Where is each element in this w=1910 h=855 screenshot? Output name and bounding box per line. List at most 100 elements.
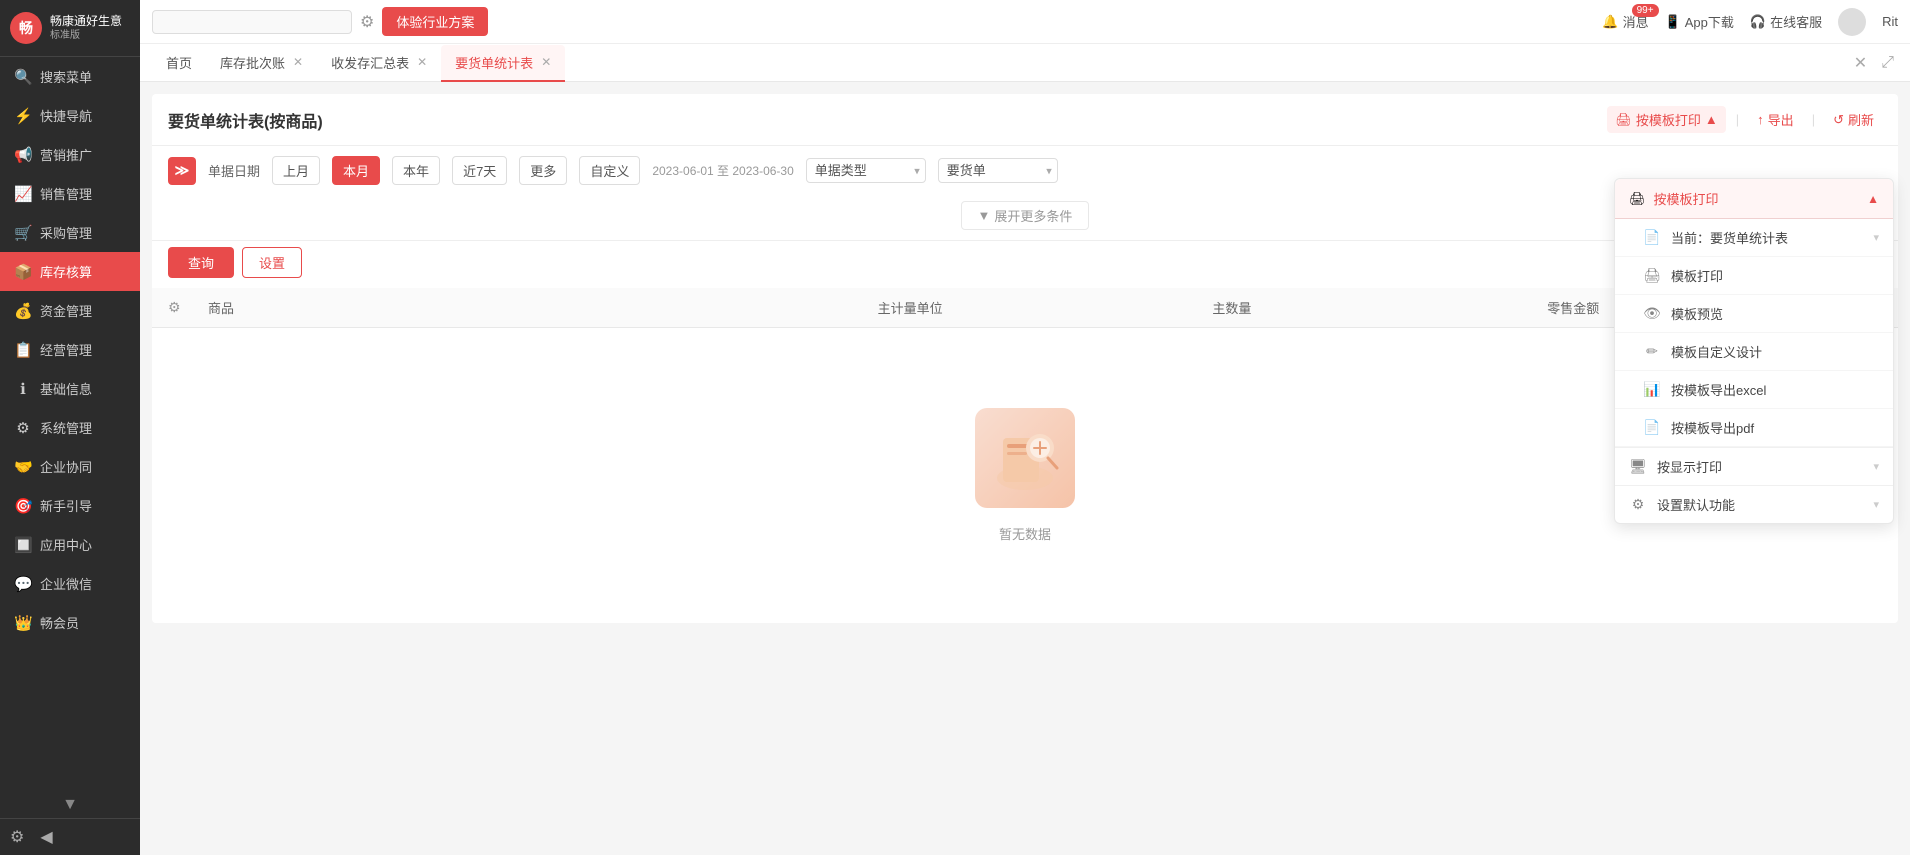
dropdown-collapse-icon[interactable]: ▲ [1867,192,1879,206]
sidebar-nav: 🔍搜索菜单⚡快捷导航📢营销推广 📈 销售管理 🛒 采购管理 📦库存核算 💰 资金管理 📋经营管理… [0,57,140,792]
sidebar-collapse-icon[interactable]: ◀ [40,827,52,847]
sidebar-item-经营管理[interactable]: 📋经营管理 [0,330,140,369]
sidebar-item-营销推广[interactable]: 📢营销推广 [0,135,140,174]
tab-inventory-batch[interactable]: 库存批次账 ✕ [206,45,317,82]
nav-icon: 📈 [14,185,32,203]
sidebar-item-企业协同[interactable]: 🤝企业协同 [0,447,140,486]
expand-more-button[interactable]: ▼ 展开更多条件 [961,201,1090,230]
export-icon: ↑ [1757,112,1764,127]
nav-label: 营销推广 [40,145,92,164]
export-label: 导出 [1768,110,1794,129]
date-this-month-btn[interactable]: 本月 [332,156,380,185]
dropdown-template-excel[interactable]: 📊 按模板导出excel [1615,371,1893,409]
query-button[interactable]: 查询 [168,247,234,278]
print-template-button[interactable]: 🖨 按模板打印 ▲ [1607,106,1725,133]
date-more-btn[interactable]: 更多 [519,156,567,185]
sidebar-item-资金管理[interactable]: 💰 资金管理 [0,291,140,330]
service-label: 在线客服 [1770,12,1822,31]
default-settings-chevron-icon: ▾ [1873,498,1879,511]
filter-expand-button[interactable]: ≫ [168,157,196,185]
pdf-icon: 📄 [1643,419,1661,436]
phone-icon: 📱 [1665,14,1681,30]
app-download-button[interactable]: 📱 App下载 [1665,12,1734,31]
online-service-button[interactable]: 🎧 在线客服 [1750,12,1822,31]
current-chevron-icon: ▾ [1873,231,1879,244]
refresh-button[interactable]: ↺ 刷新 [1825,106,1882,133]
template-print-label: 模板打印 [1671,266,1879,285]
nav-label: 系统管理 [40,418,92,437]
sidebar-item-采购管理[interactable]: 🛒 采购管理 [0,213,140,252]
date-last-month-btn[interactable]: 上月 [272,156,320,185]
page-content: 要货单统计表(按商品) 🖨 按模板打印 ▲ | ↑ 导出 | ↺ [140,82,1910,855]
design-icon: ✏ [1643,343,1661,360]
goods-filter-wrapper: 要货单 [938,158,1058,183]
nav-icon: ⚙ [14,419,32,437]
close-inventory-batch-icon[interactable]: ✕ [293,55,303,69]
template-excel-label: 按模板导出excel [1671,380,1879,399]
col-product: 商品 [208,298,878,317]
dropdown-template-preview[interactable]: 👁 模板预览 [1615,295,1893,333]
nav-label: 搜索菜单 [40,67,92,86]
trial-button[interactable]: 体验行业方案 [382,7,488,36]
nav-label: 企业协同 [40,457,92,476]
dropdown-printer-icon: 🖨 [1629,191,1646,207]
sidebar-item-基础信息[interactable]: ℹ基础信息 [0,369,140,408]
tab-order-stats[interactable]: 要货单统计表 ✕ [441,45,565,82]
close-window-button[interactable]: ✕ [1850,51,1871,75]
date-this-year-btn[interactable]: 本年 [392,156,440,185]
topbar: ⚙ 体验行业方案 🔔 消息 99+ 📱 App下载 🎧 在线客服 Rit [140,0,1910,44]
sidebar-item-系统管理[interactable]: ⚙ 系统管理 [0,408,140,447]
settings-button[interactable]: 设置 [242,247,302,278]
column-settings-icon[interactable]: ⚙ [168,299,181,315]
sidebar-item-畅会员[interactable]: 👑畅会员 [0,603,140,642]
default-settings-icon: ⚙ [1629,496,1647,513]
close-receipts-summary-icon[interactable]: ✕ [417,55,427,69]
dropdown-current-template[interactable]: 📄 当前：要货单统计表 ▾ [1615,219,1893,257]
nav-label: 经营管理 [40,340,92,359]
tab-receipts-summary[interactable]: 收发存汇总表 ✕ [317,45,441,82]
dropdown-template-print[interactable]: 🖨 模板打印 [1615,257,1893,295]
sidebar-item-企业微信[interactable]: 💬企业微信 [0,564,140,603]
display-icon: 🖥 [1629,458,1647,475]
topbar-search-input[interactable] [152,10,352,34]
user-avatar[interactable] [1838,8,1866,36]
sidebar-item-销售管理[interactable]: 📈 销售管理 [0,174,140,213]
print-label: 按模板打印 [1636,110,1701,129]
nav-label: 资金管理 [40,301,92,320]
sidebar-item-快捷导航[interactable]: ⚡快捷导航 [0,96,140,135]
refresh-icon: ↺ [1833,112,1844,128]
notification-button[interactable]: 🔔 消息 99+ [1602,12,1648,31]
sidebar-item-新手引导[interactable]: 🎯新手引导 [0,486,140,525]
date-custom-btn[interactable]: 自定义 [579,156,640,185]
dropdown-template-design[interactable]: ✏ 模板自定义设计 [1615,333,1893,371]
empty-illustration [975,408,1075,508]
nav-label: 销售管理 [40,184,92,203]
dropdown-display-print[interactable]: 🖥 按显示打印 ▾ [1615,447,1893,485]
expand-window-button[interactable]: ⤢ [1877,52,1898,74]
refresh-label: 刷新 [1848,110,1874,129]
expand-label: 展开更多条件 [994,206,1072,225]
nav-label: 采购管理 [40,223,92,242]
sidebar-item-搜索菜单[interactable]: 🔍搜索菜单 [0,57,140,96]
display-chevron-icon: ▾ [1873,460,1879,473]
nav-icon: 🛒 [14,224,32,242]
tab-home[interactable]: 首页 [152,45,206,82]
print-icon: 🖨 [1643,267,1661,284]
sidebar-item-应用中心[interactable]: 🔲应用中心 [0,525,140,564]
default-settings-label: 设置默认功能 [1657,495,1863,514]
home-label: 首页 [166,53,192,72]
sidebar-settings-icon[interactable]: ⚙ [10,827,24,847]
sidebar-item-库存核算[interactable]: 📦库存核算 [0,252,140,291]
topbar-gear-icon[interactable]: ⚙ [360,12,374,32]
goods-filter-select[interactable]: 要货单 [938,158,1058,183]
sidebar-footer: ⚙ ◀ [0,818,140,855]
dropdown-default-settings[interactable]: ⚙ 设置默认功能 ▾ [1615,485,1893,523]
nav-icon: 💰 [14,302,32,320]
document-type-select[interactable]: 单据类型 [806,158,926,183]
export-button[interactable]: ↑ 导出 [1749,106,1802,133]
date-7days-btn[interactable]: 近7天 [452,156,507,185]
close-order-stats-icon[interactable]: ✕ [541,55,551,69]
app-download-label: App下载 [1685,12,1734,31]
dropdown-template-pdf[interactable]: 📄 按模板导出pdf [1615,409,1893,447]
sidebar-scroll-down[interactable]: ▼ [0,792,140,818]
